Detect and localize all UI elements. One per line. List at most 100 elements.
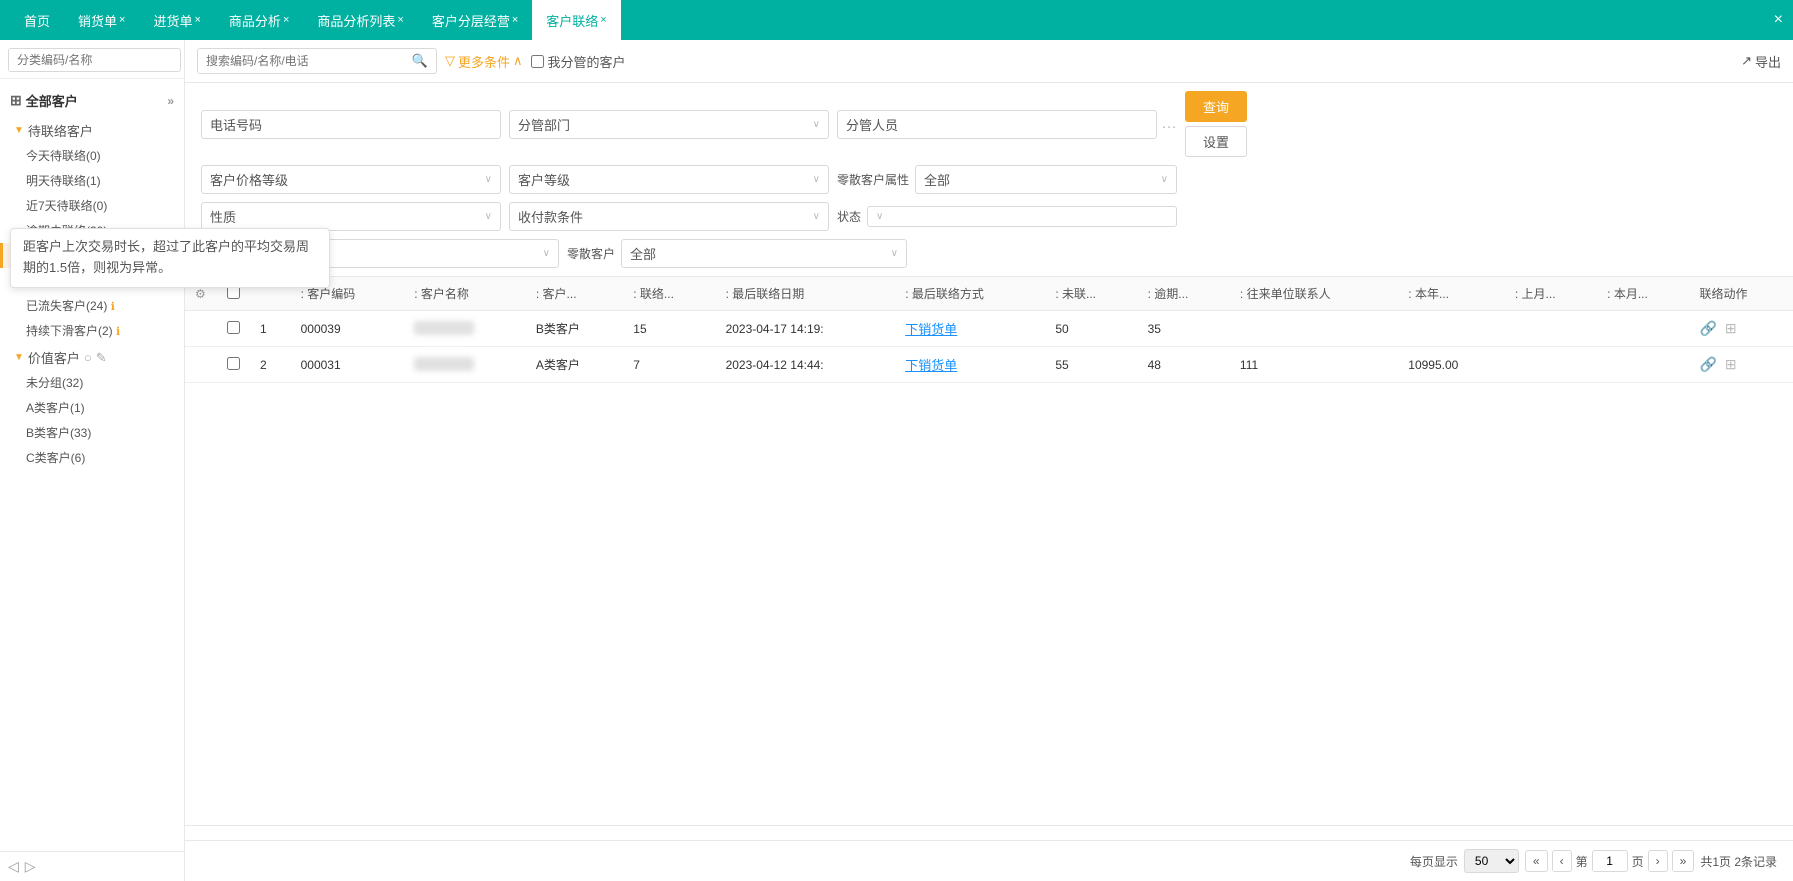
col-unit-contact[interactable]: : 往来单位联系人 — [1230, 277, 1398, 311]
search-icon[interactable]: 🔍 — [404, 53, 436, 69]
sidebar-root-item[interactable]: ⊞ 全部客户 » — [0, 85, 184, 116]
nav-purchase[interactable]: 进货单 × — [139, 0, 214, 40]
filter-dept[interactable]: 分管部门 ∨ — [509, 110, 829, 139]
row1-code: 000039 — [291, 311, 405, 347]
filter-row-1: 电话号码 分管部门 ∨ 分管人员 … 查询 设置 — [201, 91, 1777, 157]
settings-button[interactable]: 设置 — [1185, 126, 1247, 157]
filter-manager-dots[interactable]: … — [1161, 115, 1177, 133]
sidebar-section-value[interactable]: ▼ 价值客户 ○ ✎ — [0, 343, 184, 370]
col-last-month[interactable]: : 上月... — [1505, 277, 1597, 311]
nav-sales[interactable]: 销货单 × — [64, 0, 139, 40]
sidebar-item-class-c[interactable]: C类客户(6) — [0, 445, 184, 470]
more-filter-btn[interactable]: ▽ 更多条件 ∧ — [445, 52, 523, 71]
col-last-method[interactable]: : 最后联络方式 — [895, 277, 1045, 311]
per-page-select[interactable]: 50 100 200 — [1464, 849, 1519, 873]
filter-price-level[interactable]: 客户价格等级 ∨ — [201, 165, 501, 194]
filter-manager-group: 分管人员 … — [837, 110, 1177, 139]
col-uncontacted[interactable]: : 未联... — [1045, 277, 1137, 311]
row1-type: B类客户 — [526, 311, 623, 347]
grid-icon: ⊞ — [10, 92, 22, 109]
filter-scatter-customer[interactable]: 全部 ∨ — [621, 239, 907, 268]
filter-nature[interactable]: 性质 ∨ — [201, 202, 501, 231]
query-button[interactable]: 查询 — [1185, 91, 1247, 122]
sidebar-item-ungroup[interactable]: 未分组(32) — [0, 370, 184, 395]
my-customer-checkbox[interactable] — [531, 55, 544, 68]
nav-customer-contact-close[interactable]: × — [600, 14, 606, 26]
sidebar-item-tomorrow[interactable]: 明天待联络(1) — [0, 168, 184, 193]
arrow-icon-2: ▼ — [14, 352, 24, 363]
sidebar-item-7days[interactable]: 近7天待联络(0) — [0, 193, 184, 218]
my-customer-filter[interactable]: 我分管的客户 — [531, 52, 626, 71]
filter-customer-level[interactable]: 客户等级 ∨ — [509, 165, 829, 194]
filter-payment[interactable]: 收付款条件 ∨ — [509, 202, 829, 231]
filter-scatter-attr-group: 零散客户属性 全部 ∨ — [837, 165, 1177, 194]
nav-analysis-list[interactable]: 商品分析列表 × — [303, 0, 417, 40]
nav-analysis-list-close[interactable]: × — [397, 14, 403, 26]
row2-grid-icon[interactable]: ⊞ — [1725, 356, 1737, 373]
page-label: 第 — [1576, 853, 1588, 870]
row2-checkbox[interactable] — [227, 357, 240, 370]
col-this-year[interactable]: : 本年... — [1398, 277, 1505, 311]
filter-status[interactable]: ∨ — [867, 206, 1177, 227]
col-last-date[interactable]: : 最后联络日期 — [716, 277, 896, 311]
row1-grid-icon[interactable]: ⊞ — [1725, 320, 1737, 337]
col-this-month[interactable]: : 本月... — [1597, 277, 1689, 311]
row2-overdue: 48 — [1138, 347, 1230, 383]
nav-analysis[interactable]: 商品分析 × — [215, 0, 303, 40]
row2-type: A类客户 — [526, 347, 623, 383]
chevron-down-icon-5: ∨ — [485, 211, 492, 222]
sidebar-section-pending[interactable]: ▼ 待联络客户 — [0, 116, 184, 143]
table-area: ⚙ : 客户编码 : 客户名称 : 客户... : 联络... : 最后联络日期… — [185, 277, 1793, 825]
sidebar-left-icon[interactable]: ◁ — [8, 858, 19, 875]
sidebar-item-churned[interactable]: 已流失客户(24) ℹ — [0, 293, 184, 318]
nav-customer-segment-close[interactable]: × — [512, 14, 518, 26]
nav-customer-segment[interactable]: 客户分层经营 × — [418, 0, 532, 40]
sidebar-right-icon[interactable]: ▷ — [25, 858, 36, 875]
chevron-icon: ∧ — [513, 53, 523, 69]
row1-last-method: 下销货单 — [895, 311, 1045, 347]
sidebar-item-today[interactable]: 今天待联络(0) — [0, 143, 184, 168]
sidebar-item-class-b[interactable]: B类客户(33) — [0, 420, 184, 445]
first-page-btn[interactable]: « — [1525, 850, 1548, 872]
arrow-icon: ▼ — [14, 125, 24, 136]
col-contact[interactable]: : 联络... — [623, 277, 715, 311]
table-row: 2 000031 A类客户 7 2023-04-12 14:44: 下销货单 5… — [185, 347, 1793, 383]
filter-scatter-customer-group: 零散客户 全部 ∨ — [567, 239, 907, 268]
row1-checkbox[interactable] — [227, 321, 240, 334]
chevron-down-icon-8: ∨ — [543, 248, 550, 259]
col-overdue[interactable]: : 逾期... — [1138, 277, 1230, 311]
content-area: 🔍 ▽ 更多条件 ∧ 我分管的客户 ↗ 导出 — [185, 40, 1793, 881]
row1-last-month — [1505, 311, 1597, 347]
filter-scatter-attr[interactable]: 全部 ∨ — [915, 165, 1177, 194]
col-type[interactable]: : 客户... — [526, 277, 623, 311]
row1-link-icon[interactable]: 🔗 — [1699, 320, 1716, 337]
filter-phone[interactable]: 电话号码 — [201, 110, 501, 139]
close-all-tabs[interactable]: × — [1774, 11, 1783, 29]
sidebar-item-declining[interactable]: 持续下滑客户(2) ℹ — [0, 318, 184, 343]
search-input[interactable] — [198, 49, 404, 73]
sidebar-collapse-btn[interactable]: » — [167, 94, 174, 108]
nav-sales-close[interactable]: × — [119, 14, 125, 26]
row2-name — [404, 347, 526, 383]
nav-home[interactable]: 首页 — [10, 0, 64, 40]
export-button[interactable]: ↗ 导出 — [1741, 52, 1781, 71]
row1-name — [404, 311, 526, 347]
prev-page-btn[interactable]: ‹ — [1552, 850, 1572, 872]
next-page-btn[interactable]: › — [1648, 850, 1668, 872]
row2-index: 2 — [250, 347, 291, 383]
nav-customer-contact[interactable]: 客户联络 × — [532, 0, 620, 40]
value-customer-circle[interactable]: ○ — [84, 350, 92, 365]
sidebar-search-input[interactable] — [8, 48, 181, 72]
last-page-btn[interactable]: » — [1672, 850, 1695, 872]
nav-analysis-close[interactable]: × — [283, 14, 289, 26]
horizontal-scrollbar[interactable] — [185, 825, 1793, 840]
sidebar-item-class-a[interactable]: A类客户(1) — [0, 395, 184, 420]
filter-manager[interactable]: 分管人员 — [837, 110, 1157, 139]
chevron-down-icon: ∨ — [813, 119, 820, 130]
col-name[interactable]: : 客户名称 — [404, 277, 526, 311]
table-row: 1 000039 B类客户 15 2023-04-17 14:19: 下销货单 … — [185, 311, 1793, 347]
row2-link-icon[interactable]: 🔗 — [1699, 356, 1716, 373]
page-number-input[interactable] — [1592, 850, 1628, 872]
nav-purchase-close[interactable]: × — [194, 14, 200, 26]
value-customer-edit[interactable]: ✎ — [96, 350, 107, 366]
